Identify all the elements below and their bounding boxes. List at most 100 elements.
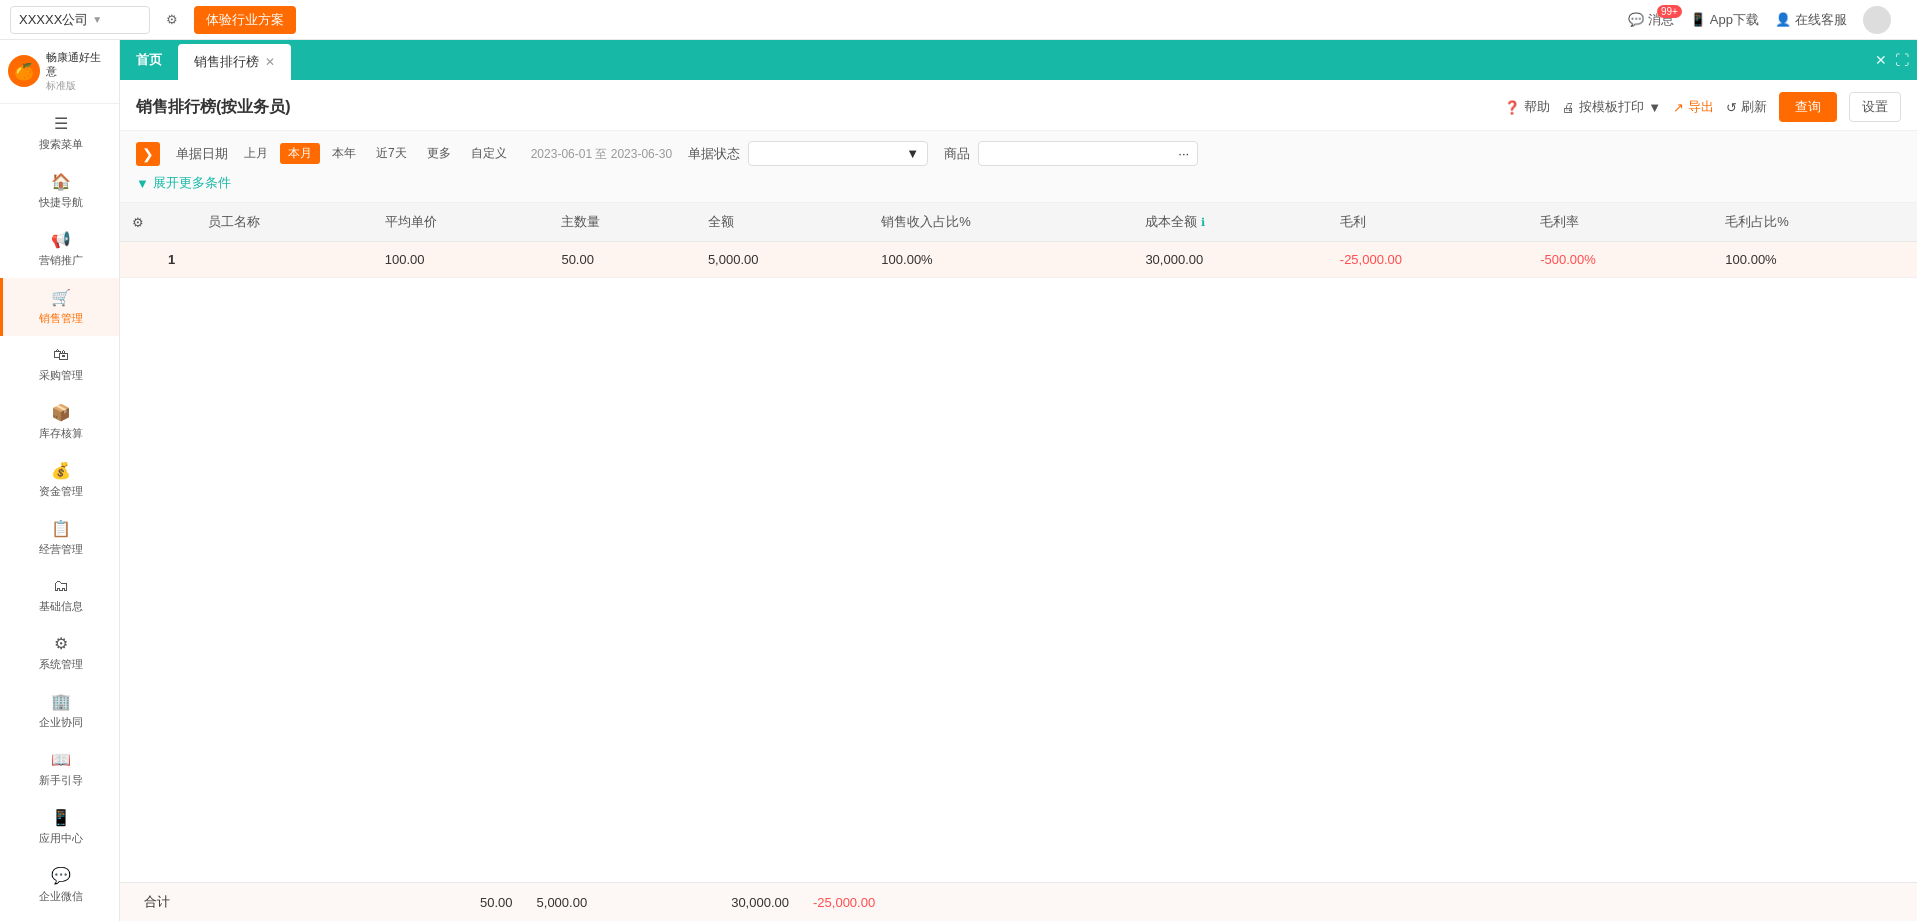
system-icon: ⚙ — [54, 634, 68, 653]
sidebar-operation-label: 经营管理 — [39, 542, 83, 557]
logo-main-text: 畅康通好生意 — [46, 50, 111, 79]
sidebar-apps-label: 应用中心 — [39, 831, 83, 846]
sidebar-basic-label: 基础信息 — [39, 599, 83, 614]
tab-maximize-btn[interactable]: ⛶ — [1895, 52, 1909, 68]
message-button[interactable]: 💬 消息 99+ — [1628, 11, 1674, 29]
filter-collapse-btn[interactable]: ❯ — [136, 142, 160, 166]
date-tab-current-month[interactable]: 本月 — [280, 143, 320, 164]
sidebar-item-collab[interactable]: 🏢 企业协同 — [0, 682, 119, 740]
expand-more-btn[interactable]: ▼ 展开更多条件 — [136, 174, 1901, 192]
filter-status-arrow: ▼ — [906, 146, 919, 161]
export-button[interactable]: ↗ 导出 — [1673, 98, 1714, 116]
topbar-settings-btn[interactable]: ⚙ — [158, 6, 186, 34]
basic-icon: 🗂 — [53, 577, 69, 595]
sidebar-system-label: 系统管理 — [39, 657, 83, 672]
app-download-button[interactable]: 📱 App下载 — [1690, 11, 1759, 29]
print-arrow: ▼ — [1648, 100, 1661, 115]
col-settings[interactable]: ⚙ — [120, 203, 156, 242]
print-button[interactable]: 🖨 按模板打印 ▼ — [1562, 98, 1661, 116]
sidebar-item-marketing[interactable]: 📢 营销推广 — [0, 220, 119, 278]
app-label: App下载 — [1710, 11, 1759, 29]
sidebar-finance-label: 资金管理 — [39, 484, 83, 499]
tab-home[interactable]: 首页 — [120, 40, 178, 80]
sidebar-sales-label: 销售管理 — [39, 311, 83, 326]
date-range-value: 2023-06-01 至 2023-06-30 — [531, 146, 672, 163]
service-label: 在线客服 — [1795, 11, 1847, 29]
cell-profit-pct: 100.00% — [1713, 242, 1917, 278]
sidebar-item-finance[interactable]: 💰 资金管理 — [0, 451, 119, 509]
footer-amount: 5,000.00 — [525, 895, 600, 910]
online-service-button[interactable]: 👤 在线客服 — [1775, 11, 1847, 29]
date-tab-custom[interactable]: 自定义 — [463, 143, 515, 164]
message-icon: 💬 — [1628, 12, 1644, 27]
expand-label: 展开更多条件 — [153, 174, 231, 192]
sidebar-item-guide[interactable]: 📖 新手引导 — [0, 740, 119, 798]
sidebar-item-basic[interactable]: 🗂 基础信息 — [0, 567, 119, 624]
sidebar-item-inventory[interactable]: 📦 库存核算 — [0, 393, 119, 451]
col-cost: 成本全额 ℹ — [1133, 203, 1327, 242]
sidebar-wechat-label: 企业微信 — [39, 889, 83, 904]
date-tabs: 上月 本月 本年 近7天 更多 自定义 — [236, 143, 515, 164]
refresh-icon: ↺ — [1726, 100, 1737, 115]
date-tab-current-year[interactable]: 本年 — [324, 143, 364, 164]
query-button[interactable]: 查询 — [1779, 92, 1837, 122]
company-dropdown-arrow: ▼ — [92, 14, 102, 25]
table-header-row: ⚙ 员工名称 平均单价 主数量 全额 销售收入占比% 成本全额 ℹ 毛利 毛利率… — [120, 203, 1917, 242]
tab-close-icon[interactable]: ✕ — [265, 55, 275, 69]
col-profit: 毛利 — [1328, 203, 1528, 242]
col-settings-icon: ⚙ — [132, 215, 144, 230]
cell-amount: 5,000.00 — [696, 242, 869, 278]
company-selector[interactable]: XXXXX公司 ▼ — [10, 6, 150, 34]
filter-goods-label: 商品 — [944, 145, 970, 163]
date-range-display: 2023-06-01 至 2023-06-30 — [531, 144, 672, 163]
col-profit-pct: 毛利占比% — [1713, 203, 1917, 242]
filter-goods-item: 商品 ··· — [944, 141, 1198, 166]
cell-profit: -25,000.00 — [1328, 242, 1528, 278]
tab-sales-rank[interactable]: 销售排行榜 ✕ — [178, 44, 291, 80]
sidebar-item-apps[interactable]: 📱 应用中心 — [0, 798, 119, 856]
inventory-icon: 📦 — [51, 403, 71, 422]
avatar[interactable] — [1863, 6, 1891, 34]
col-amount: 全额 — [696, 203, 869, 242]
export-icon: ↗ — [1673, 100, 1684, 115]
filter-goods-dots: ··· — [1178, 146, 1189, 161]
sidebar-item-system[interactable]: ⚙ 系统管理 — [0, 624, 119, 682]
sidebar-item-wechat[interactable]: 💬 企业微信 — [0, 856, 119, 914]
sidebar-item-sales[interactable]: 🛒 销售管理 — [0, 278, 119, 336]
table-header: ⚙ 员工名称 平均单价 主数量 全额 销售收入占比% 成本全额 ℹ 毛利 毛利率… — [120, 203, 1917, 242]
date-tab-7days[interactable]: 近7天 — [368, 143, 415, 164]
cell-qty: 50.00 — [549, 242, 695, 278]
sidebar-item-quicknav[interactable]: 🏠 快捷导航 — [0, 162, 119, 220]
sidebar-item-member[interactable]: 🔷 畅会员 — [0, 914, 119, 921]
sidebar-inventory-label: 库存核算 — [39, 426, 83, 441]
col-profit-rate: 毛利率 — [1528, 203, 1713, 242]
filter-status-select[interactable]: ▼ — [748, 141, 928, 166]
expand-icon: ▼ — [136, 176, 149, 191]
filter-row: ❯ 单据日期 上月 本月 本年 近7天 更多 自定义 2023 — [136, 141, 1901, 166]
filter-goods-input[interactable]: ··· — [978, 141, 1198, 166]
page-header: 销售排行榜(按业务员) ❓ 帮助 🖨 按模板打印 ▼ ↗ 导出 — [120, 80, 1917, 131]
date-tab-prev-month[interactable]: 上月 — [236, 143, 276, 164]
topbar: XXXXX公司 ▼ ⚙ 体验行业方案 💬 消息 99+ 📱 App下载 👤 在线… — [0, 0, 1917, 40]
sidebar-item-search[interactable]: ☰ 搜索菜单 — [0, 104, 119, 162]
refresh-button[interactable]: ↺ 刷新 — [1726, 98, 1767, 116]
sidebar-item-operation[interactable]: 📋 经营管理 — [0, 509, 119, 567]
footer-label: 合计 — [132, 893, 212, 911]
settings-button[interactable]: 设置 — [1849, 92, 1901, 122]
purchase-icon: 🛍 — [53, 346, 69, 364]
filter-date-item: 单据日期 上月 本月 本年 近7天 更多 自定义 — [176, 143, 515, 164]
col-sales-pct: 销售收入占比% — [869, 203, 1133, 242]
filter-date-label: 单据日期 — [176, 145, 228, 163]
date-tab-more[interactable]: 更多 — [419, 143, 459, 164]
help-button[interactable]: ❓ 帮助 — [1504, 98, 1550, 116]
table-footer: 合计 50.00 5,000.00 30,000.00 -25,000.00 — [120, 882, 1917, 921]
wechat-icon: 💬 — [51, 866, 71, 885]
service-icon: 👤 — [1775, 12, 1791, 27]
apps-icon: 📱 — [51, 808, 71, 827]
tab-close-window-btn[interactable]: ✕ — [1875, 52, 1887, 68]
home-icon: 🏠 — [51, 172, 71, 191]
cell-cost: 30,000.00 — [1133, 242, 1327, 278]
trial-button[interactable]: 体验行业方案 — [194, 6, 296, 34]
sidebar-item-purchase[interactable]: 🛍 采购管理 — [0, 336, 119, 393]
app-icon: 📱 — [1690, 12, 1706, 27]
